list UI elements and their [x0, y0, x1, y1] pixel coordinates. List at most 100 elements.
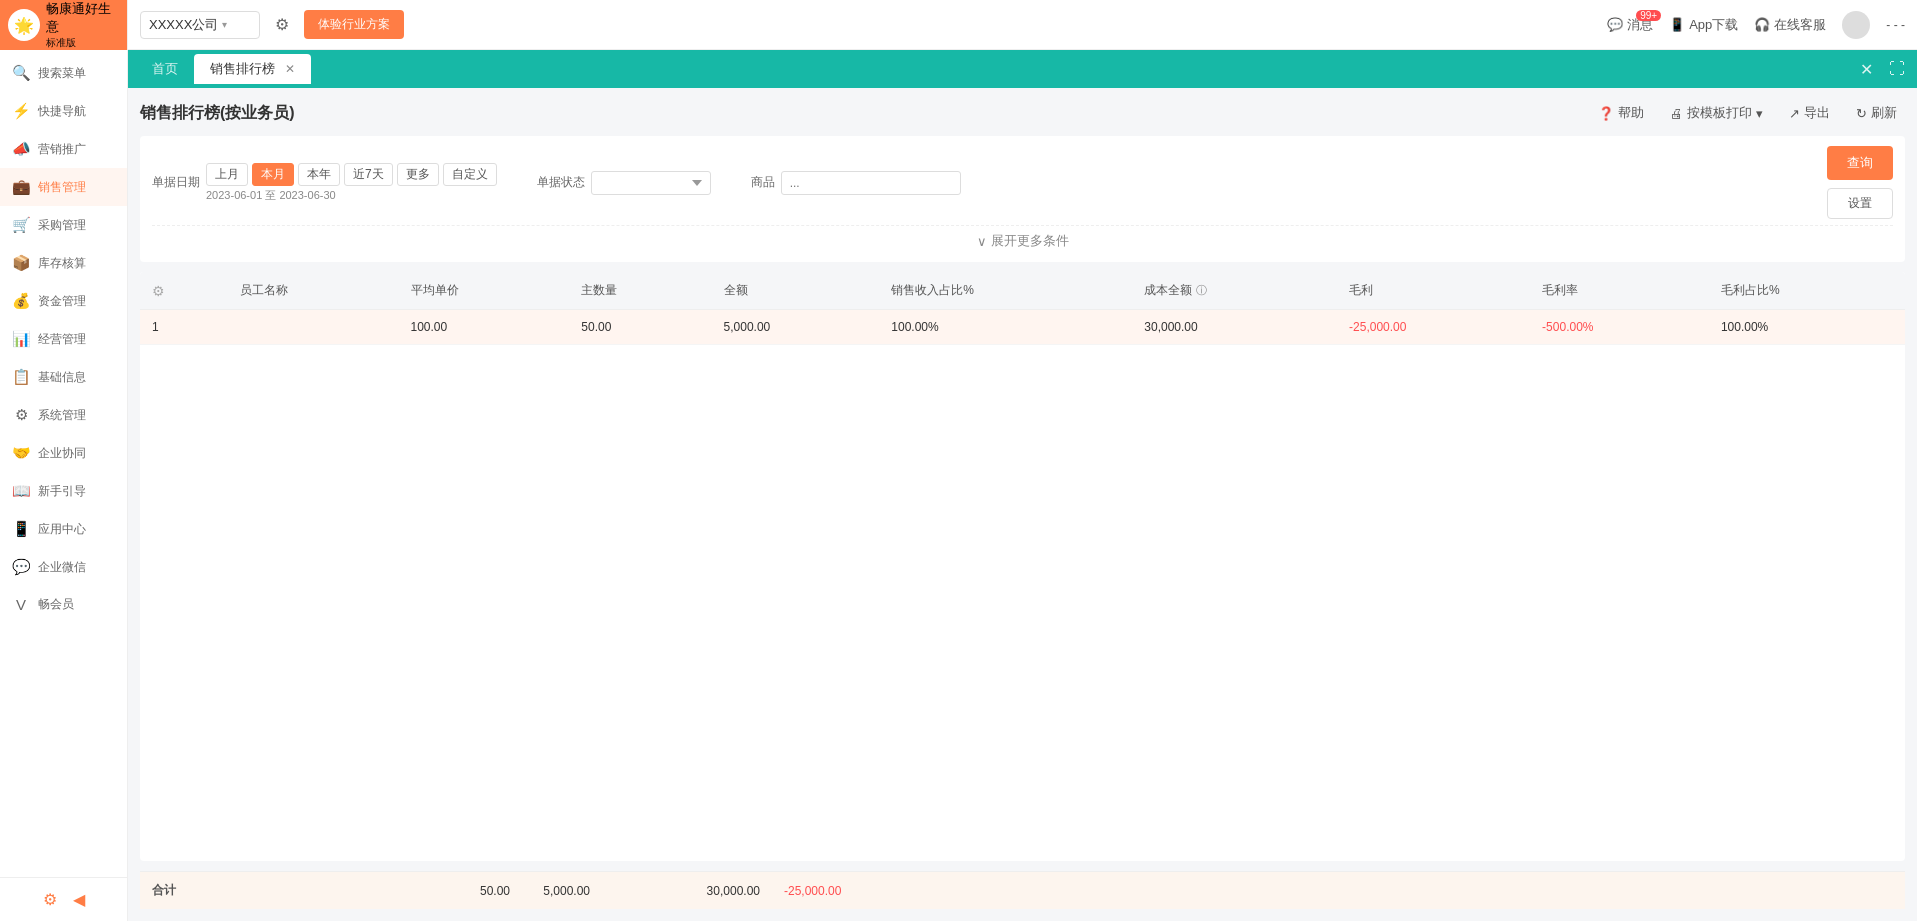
sidebar-item-10[interactable]: 🤝企业协同 [0, 434, 127, 472]
date-btn-7days[interactable]: 近7天 [344, 163, 393, 186]
sidebar-label-6: 资金管理 [38, 293, 86, 310]
sidebar-label-3: 销售管理 [38, 179, 86, 196]
date-btn-this-month[interactable]: 本月 [252, 163, 294, 186]
app-download-label: App下载 [1689, 16, 1738, 34]
logo-icon: 🌟 [8, 9, 40, 41]
message-badge: 99+ [1636, 10, 1661, 21]
sidebar-icon-13: 💬 [12, 558, 30, 576]
tab-home[interactable]: 首页 [136, 54, 194, 84]
filter-status: 单据状态 [537, 171, 711, 195]
sidebar-label-2: 营销推广 [38, 141, 86, 158]
tab-sales-ranking[interactable]: 销售排行榜 ✕ [194, 54, 311, 84]
cell-profit: -25,000.00 [1337, 310, 1530, 345]
table-header-row: ⚙ 员工名称 平均单价 主数量 全额 销售收入占比% 成本全额 ⓘ 毛利 毛利率… [140, 272, 1905, 310]
message-button[interactable]: 💬 消息 99+ [1607, 16, 1653, 34]
sidebar-item-8[interactable]: 📋基础信息 [0, 358, 127, 396]
sidebar-icon-7: 📊 [12, 330, 30, 348]
refresh-button[interactable]: ↻ 刷新 [1848, 100, 1905, 126]
date-btn-this-year[interactable]: 本年 [298, 163, 340, 186]
sidebar-nav: 🔍搜索菜单⚡快捷导航📣营销推广💼销售管理 🛒 采购管理 📦库存核算 💰 资金管理 📊 经营管理… [0, 50, 127, 877]
sidebar-icon-10: 🤝 [12, 444, 30, 462]
message-icon: 💬 [1607, 17, 1623, 32]
tab-close-icon[interactable]: ✕ [285, 62, 295, 76]
sidebar-item-11[interactable]: 📖 新手引导 [0, 472, 127, 510]
sidebar-logo: 🌟 畅康通好生意 标准版 [0, 0, 127, 50]
sidebar-label-7: 经营管理 [38, 331, 86, 348]
footer-qty: 50.00 [442, 884, 522, 898]
goods-input[interactable] [781, 171, 961, 195]
sidebar-item-7[interactable]: 📊 经营管理 [0, 320, 127, 358]
sidebar-item-0[interactable]: 🔍搜索菜单 [0, 54, 127, 92]
export-button[interactable]: ↗ 导出 [1781, 100, 1838, 126]
col-settings-icon[interactable]: ⚙ [152, 283, 165, 299]
sidebar-item-5[interactable]: 📦库存核算 [0, 244, 127, 282]
footer-profit: -25,000.00 [772, 884, 853, 898]
date-btn-custom[interactable]: 自定义 [443, 163, 497, 186]
query-button[interactable]: 查询 [1827, 146, 1893, 180]
date-btn-more[interactable]: 更多 [397, 163, 439, 186]
sidebar-collapse-icon[interactable]: ◀ [69, 886, 89, 913]
page-actions: ❓ 帮助 🖨 按模板打印 ▾ ↗ 导出 ↻ 刷新 [1590, 100, 1905, 126]
sidebar-item-1[interactable]: ⚡快捷导航 [0, 92, 127, 130]
table-footer: 合计 50.00 5,000.00 30,000.00 -25,000.00 [140, 871, 1905, 909]
sidebar-icon-12: 📱 [12, 520, 30, 538]
cell-employee [228, 310, 399, 345]
headset-icon: 🎧 [1754, 17, 1770, 32]
table-row: 1 100.00 50.00 5,000.00 100.00% 30,000.0… [140, 310, 1905, 345]
tabbar: 首页 销售排行榜 ✕ ✕ ⛶ [128, 50, 1917, 88]
sidebar-icon-4: 🛒 [12, 216, 30, 234]
avatar[interactable] [1842, 11, 1870, 39]
topbar-gear-button[interactable]: ⚙ [268, 11, 296, 39]
sidebar-label-5: 库存核算 [38, 255, 86, 272]
footer-values: 50.00 5,000.00 30,000.00 -25,000.00 [352, 884, 1893, 898]
sidebar-icon-6: 💰 [12, 292, 30, 310]
expand-more-button[interactable]: ∨ 展开更多条件 [977, 232, 1069, 250]
table-body: 1 100.00 50.00 5,000.00 100.00% 30,000.0… [140, 310, 1905, 345]
sidebar-item-4[interactable]: 🛒 采购管理 [0, 206, 127, 244]
tab-close-all-icon[interactable]: ✕ [1856, 56, 1877, 83]
sidebar-item-2[interactable]: 📣营销推广 [0, 130, 127, 168]
data-table: ⚙ 员工名称 平均单价 主数量 全额 销售收入占比% 成本全额 ⓘ 毛利 毛利率… [140, 272, 1905, 345]
sidebar-label-12: 应用中心 [38, 521, 86, 538]
status-select[interactable] [591, 171, 711, 195]
page-title: 销售排行榜(按业务员) [140, 103, 295, 124]
col-profit-pct: 毛利占比% [1709, 272, 1905, 310]
date-btn-last-month[interactable]: 上月 [206, 163, 248, 186]
cell-amount: 5,000.00 [712, 310, 880, 345]
help-button[interactable]: ❓ 帮助 [1590, 100, 1652, 126]
sidebar-item-6[interactable]: 💰 资金管理 [0, 282, 127, 320]
online-service-button[interactable]: 🎧 在线客服 [1754, 16, 1826, 34]
print-caret-icon: ▾ [1756, 106, 1763, 121]
col-sales-pct: 销售收入占比% [879, 272, 1132, 310]
help-icon: ❓ [1598, 106, 1614, 121]
expand-row: ∨ 展开更多条件 [152, 225, 1893, 252]
sidebar-icon-11: 📖 [12, 482, 30, 500]
sidebar-item-12[interactable]: 📱 应用中心 [0, 510, 127, 548]
sidebar-settings-icon[interactable]: ⚙ [39, 886, 61, 913]
print-label: 按模板打印 [1687, 104, 1752, 122]
sidebar-item-3[interactable]: 💼销售管理 [0, 168, 127, 206]
username-label: - - - [1886, 18, 1905, 32]
app-download-icon: 📱 [1669, 17, 1685, 32]
date-btn-group: 上月 本月 本年 近7天 更多 自定义 2023-06-01 至 2023-06… [206, 163, 497, 203]
sidebar-label-11: 新手引导 [38, 483, 86, 500]
col-settings: ⚙ [140, 272, 228, 310]
trial-button[interactable]: 体验行业方案 [304, 10, 404, 39]
company-caret-icon: ▾ [222, 19, 227, 30]
settings-button[interactable]: 设置 [1827, 188, 1893, 219]
date-label: 单据日期 [152, 174, 200, 191]
footer-label: 合计 [152, 882, 352, 899]
print-button[interactable]: 🖨 按模板打印 ▾ [1662, 100, 1771, 126]
app-download-button[interactable]: 📱 App下载 [1669, 16, 1738, 34]
tab-expand-icon[interactable]: ⛶ [1885, 56, 1909, 83]
col-profit-rate: 毛利率 [1530, 272, 1709, 310]
sidebar-item-14[interactable]: V畅会员 [0, 586, 127, 623]
sidebar-label-4: 采购管理 [38, 217, 86, 234]
table-header: ⚙ 员工名称 平均单价 主数量 全额 销售收入占比% 成本全额 ⓘ 毛利 毛利率… [140, 272, 1905, 310]
sidebar-item-9[interactable]: ⚙系统管理 [0, 396, 127, 434]
date-range-text: 2023-06-01 至 2023-06-30 [206, 188, 497, 203]
company-select[interactable]: XXXXX公司 ▾ [140, 11, 260, 39]
sidebar-item-13[interactable]: 💬企业微信 [0, 548, 127, 586]
tabbar-right-buttons: ✕ ⛶ [1856, 56, 1909, 83]
expand-label: 展开更多条件 [991, 232, 1069, 250]
